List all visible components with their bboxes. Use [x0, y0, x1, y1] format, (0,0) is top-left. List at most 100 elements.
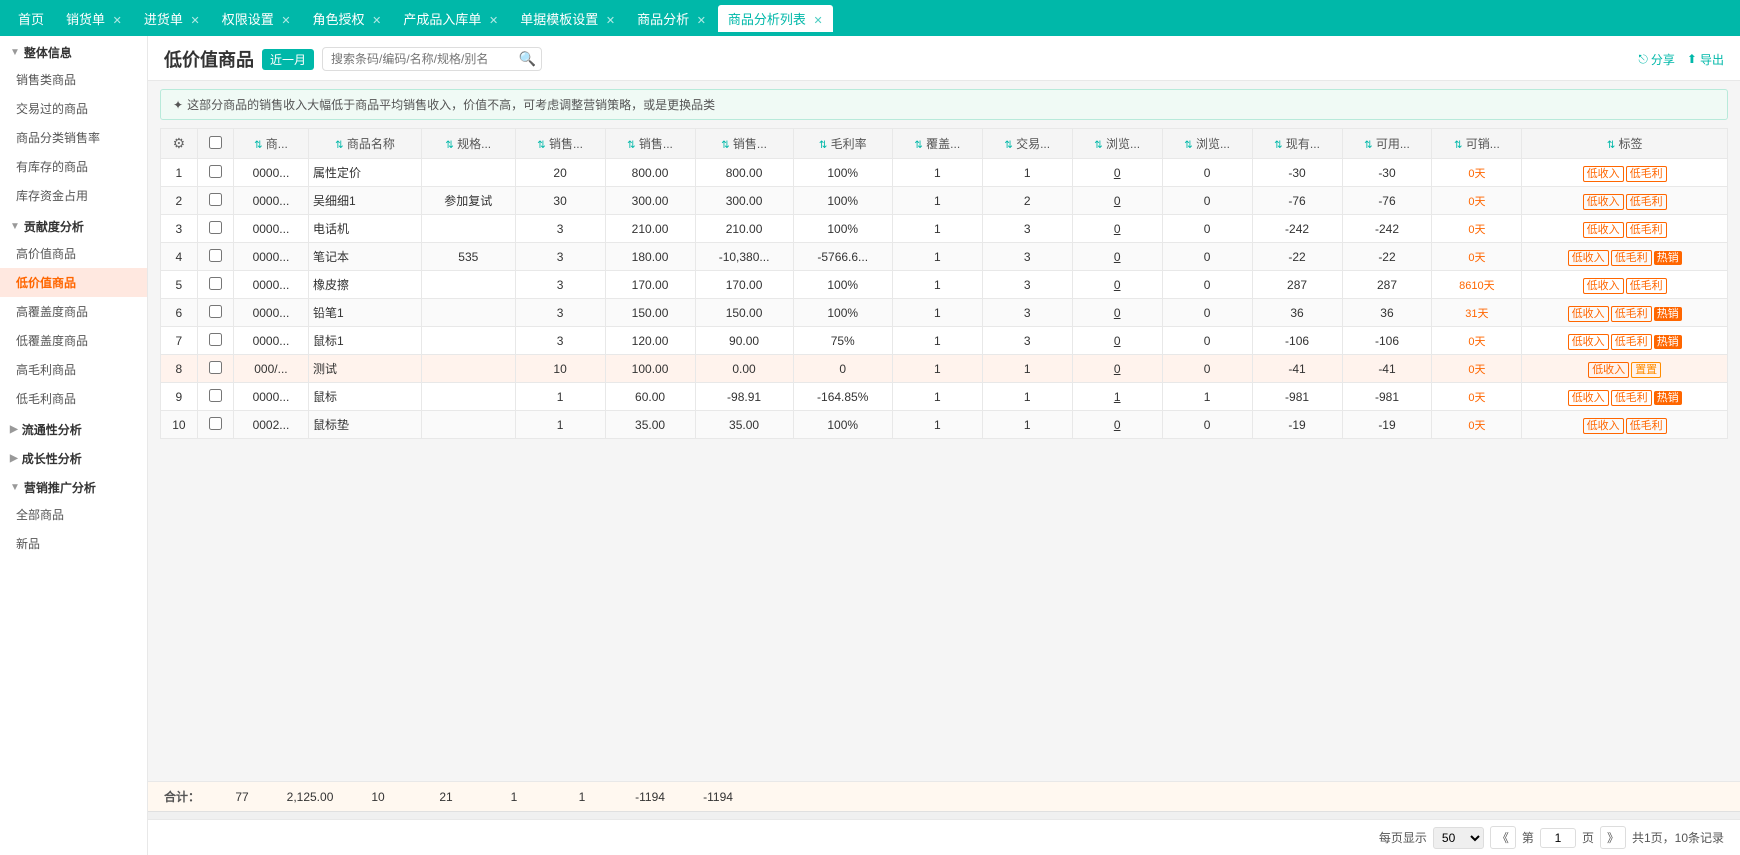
cell-view1[interactable]: 0 [1072, 327, 1162, 355]
cell-name[interactable]: 电话机 [308, 215, 421, 243]
nav-product-analysis-close[interactable]: ✕ [697, 15, 706, 27]
table-row[interactable]: 4 0000... 笔记本 535 3 180.00 -10,380... -5… [161, 243, 1728, 271]
sidebar-section-circulation[interactable]: ▶ 流通性分析 [0, 413, 147, 442]
sidebar-item-low-margin[interactable]: 低毛利商品 [0, 384, 147, 413]
nav-template[interactable]: 单据模板设置 ✕ [510, 5, 625, 32]
cell-checkbox[interactable] [197, 355, 233, 383]
row-checkbox[interactable] [209, 193, 222, 206]
current-page-input[interactable] [1540, 828, 1576, 848]
table-row[interactable]: 1 0000... 属性定价 20 800.00 800.00 100% 1 1… [161, 159, 1728, 187]
sidebar-item-low-coverage[interactable]: 低覆盖度商品 [0, 326, 147, 355]
sidebar-item-high-coverage[interactable]: 高覆盖度商品 [0, 297, 147, 326]
sidebar-item-high-value[interactable]: 高价值商品 [0, 239, 147, 268]
nav-permission-close[interactable]: ✕ [281, 15, 290, 27]
cell-checkbox[interactable] [197, 187, 233, 215]
cell-view1[interactable]: 0 [1072, 271, 1162, 299]
nav-product-list[interactable]: 商品分析列表 ✕ [718, 5, 833, 32]
col-checkbox[interactable] [197, 129, 233, 159]
view1-link[interactable]: 0 [1114, 362, 1121, 376]
row-checkbox[interactable] [209, 417, 222, 430]
cell-checkbox[interactable] [197, 243, 233, 271]
col-gear[interactable]: ⚙ [161, 129, 198, 159]
sort-icon-sale-qty[interactable]: ⇅ [537, 140, 545, 151]
nav-home[interactable]: 首页 [8, 5, 54, 32]
sidebar-section-contribution[interactable]: ▼ 贡献度分析 [0, 210, 147, 239]
nav-template-close[interactable]: ✕ [606, 15, 615, 27]
search-input[interactable] [322, 47, 542, 71]
table-row[interactable]: 7 0000... 鼠标1 3 120.00 90.00 75% 1 3 0 0… [161, 327, 1728, 355]
cell-view1[interactable]: 1 [1072, 383, 1162, 411]
row-checkbox[interactable] [209, 165, 222, 178]
view1-link[interactable]: 0 [1114, 166, 1121, 180]
view1-link[interactable]: 0 [1114, 334, 1121, 348]
row-checkbox[interactable] [209, 333, 222, 346]
sidebar-section-marketing[interactable]: ▼ 营销推广分析 [0, 471, 147, 500]
nav-product-analysis[interactable]: 商品分析 ✕ [627, 5, 716, 32]
view1-link[interactable]: 0 [1114, 278, 1121, 292]
cell-view1[interactable]: 0 [1072, 299, 1162, 327]
cell-checkbox[interactable] [197, 159, 233, 187]
cell-name[interactable]: 笔记本 [308, 243, 421, 271]
cell-checkbox[interactable] [197, 383, 233, 411]
cell-view1[interactable]: 0 [1072, 243, 1162, 271]
sidebar-item-in-stock[interactable]: 有库存的商品 [0, 152, 147, 181]
row-checkbox[interactable] [209, 221, 222, 234]
table-row[interactable]: 2 0000... 吴细细1 参加复试 30 300.00 300.00 100… [161, 187, 1728, 215]
cell-name[interactable]: 橡皮擦 [308, 271, 421, 299]
sidebar-item-all-products[interactable]: 全部商品 [0, 500, 147, 529]
sort-icon-coverage[interactable]: ⇅ [914, 140, 922, 151]
view1-link[interactable]: 1 [1114, 390, 1121, 404]
sort-icon-tags[interactable]: ⇅ [1607, 140, 1615, 151]
cell-view1[interactable]: 0 [1072, 411, 1162, 439]
view1-link[interactable]: 0 [1114, 306, 1121, 320]
sidebar-section-overall[interactable]: ▼ 整体信息 [0, 36, 147, 65]
select-all-checkbox[interactable] [209, 136, 222, 149]
first-page-button[interactable]: 《 [1490, 826, 1516, 849]
table-row[interactable]: 9 0000... 鼠标 1 60.00 -98.91 -164.85% 1 1… [161, 383, 1728, 411]
cell-name[interactable]: 属性定价 [308, 159, 421, 187]
row-checkbox[interactable] [209, 389, 222, 402]
cell-checkbox[interactable] [197, 411, 233, 439]
sort-icon-saleable[interactable]: ⇅ [1454, 140, 1462, 151]
sort-icon-view2[interactable]: ⇅ [1184, 140, 1192, 151]
sort-icon-name[interactable]: ⇅ [335, 140, 343, 151]
nav-stock-close[interactable]: ✕ [489, 15, 498, 27]
nav-permission[interactable]: 权限设置 ✕ [212, 5, 301, 32]
cell-name[interactable]: 鼠标 [308, 383, 421, 411]
row-checkbox[interactable] [209, 249, 222, 262]
view1-link[interactable]: 0 [1114, 222, 1121, 236]
sidebar-item-new-products[interactable]: 新品 [0, 529, 147, 558]
sort-icon-trade[interactable]: ⇅ [1004, 140, 1012, 151]
page-size-select[interactable]: 50 100 [1433, 827, 1484, 849]
cell-name[interactable]: 铅笔1 [308, 299, 421, 327]
nav-role-close[interactable]: ✕ [372, 15, 381, 27]
sidebar-item-traded[interactable]: 交易过的商品 [0, 94, 147, 123]
sort-icon-spec[interactable]: ⇅ [445, 140, 453, 151]
cell-name[interactable]: 鼠标垫 [308, 411, 421, 439]
cell-view1[interactable]: 0 [1072, 159, 1162, 187]
last-page-button[interactable]: 》 [1600, 826, 1626, 849]
sidebar-section-growth[interactable]: ▶ 成长性分析 [0, 442, 147, 471]
cell-checkbox[interactable] [197, 215, 233, 243]
sort-icon-gross-margin[interactable]: ⇅ [819, 140, 827, 151]
cell-name[interactable]: 测试 [308, 355, 421, 383]
sidebar-item-sales-category[interactable]: 销售类商品 [0, 65, 147, 94]
table-row[interactable]: 5 0000... 橡皮擦 3 170.00 170.00 100% 1 3 0… [161, 271, 1728, 299]
sort-icon-available[interactable]: ⇅ [1364, 140, 1372, 151]
cell-checkbox[interactable] [197, 327, 233, 355]
cell-name[interactable]: 吴细细1 [308, 187, 421, 215]
sort-icon-current[interactable]: ⇅ [1274, 140, 1282, 151]
nav-purchase-close[interactable]: ✕ [190, 15, 199, 27]
view1-link[interactable]: 0 [1114, 418, 1121, 432]
gear-icon[interactable]: ⚙ [173, 135, 186, 151]
nav-role[interactable]: 角色授权 ✕ [303, 5, 392, 32]
view1-link[interactable]: 0 [1114, 194, 1121, 208]
row-checkbox[interactable] [209, 277, 222, 290]
table-row[interactable]: 3 0000... 电话机 3 210.00 210.00 100% 1 3 0… [161, 215, 1728, 243]
cell-checkbox[interactable] [197, 271, 233, 299]
sidebar-item-category-rate[interactable]: 商品分类销售率 [0, 123, 147, 152]
nav-sales-close[interactable]: ✕ [113, 15, 122, 27]
nav-sales[interactable]: 销货单 ✕ [56, 5, 132, 32]
cell-checkbox[interactable] [197, 299, 233, 327]
table-row[interactable]: 8 000/... 测试 10 100.00 0.00 0 1 1 0 0 -4… [161, 355, 1728, 383]
